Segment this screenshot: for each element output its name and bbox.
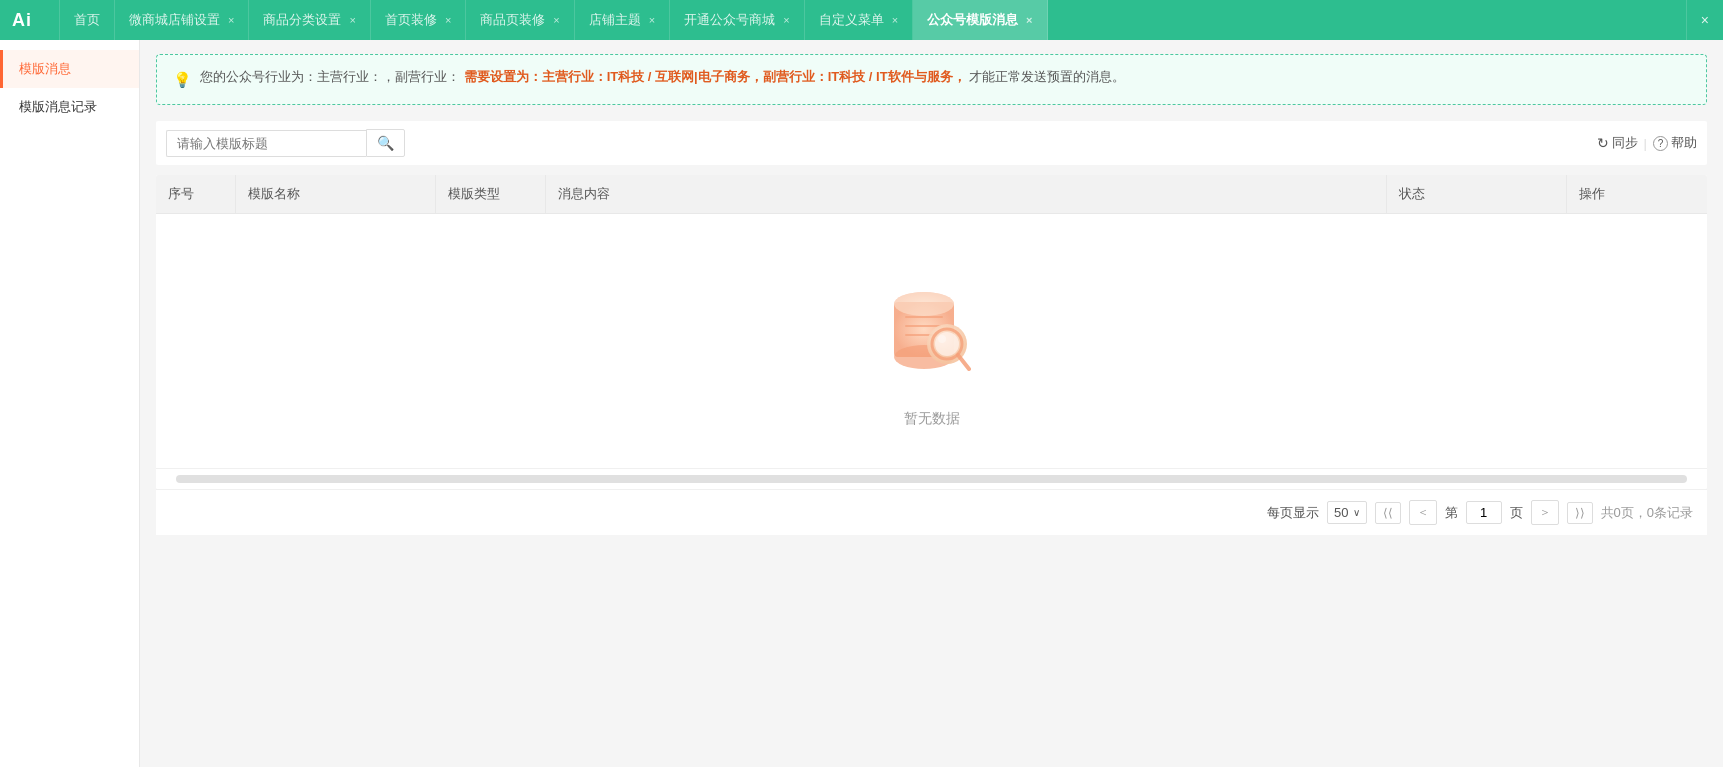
nav-tab-8[interactable]: 公众号模版消息 × <box>913 0 1047 40</box>
pagination: 每页显示 50 ∨ ⟨⟨ ＜ 第 页 ＞ ⟩⟩ 共0页，0条记录 <box>156 489 1707 535</box>
top-nav: Ai 首页微商城店铺设置×商品分类设置×首页装修×商品页装修×店铺主题×开通公众… <box>0 0 1723 40</box>
sidebar-item-0[interactable]: 模版消息 <box>0 50 139 88</box>
chevron-down-icon: ∨ <box>1353 507 1360 518</box>
nav-tab-close-4[interactable]: × <box>553 14 559 26</box>
empty-state: 暂无数据 <box>156 214 1707 468</box>
nav-tab-close-8[interactable]: × <box>1026 14 1032 26</box>
first-page-button[interactable]: ⟨⟨ <box>1375 502 1401 524</box>
nav-tab-label-1: 微商城店铺设置 <box>129 11 220 29</box>
empty-text: 暂无数据 <box>904 410 960 428</box>
next-page-icon: ＞ <box>1539 505 1551 519</box>
nav-tab-6[interactable]: 开通公众号商城 × <box>670 0 804 40</box>
search-group: 🔍 <box>166 129 405 157</box>
nav-tab-label-7: 自定义菜单 <box>819 11 884 29</box>
page-size-label: 每页显示 <box>1267 504 1319 522</box>
help-icon: ? <box>1653 136 1668 151</box>
table-col-header-1: 模版名称 <box>236 175 436 213</box>
page-size-select[interactable]: 50 ∨ <box>1327 501 1366 524</box>
global-close-button[interactable]: × <box>1686 0 1723 40</box>
svg-line-10 <box>958 355 969 369</box>
next-page-button[interactable]: ＞ <box>1531 500 1559 525</box>
nav-tab-label-2: 商品分类设置 <box>263 11 341 29</box>
svg-point-3 <box>894 292 954 316</box>
last-page-icon: ⟩⟩ <box>1575 506 1585 520</box>
nav-tab-close-7[interactable]: × <box>892 14 898 26</box>
total-records: 共0页，0条记录 <box>1601 504 1693 522</box>
horizontal-scrollbar[interactable] <box>176 475 1687 483</box>
nav-tab-close-2[interactable]: × <box>349 14 355 26</box>
nav-tab-close-6[interactable]: × <box>783 14 789 26</box>
search-icon: 🔍 <box>377 135 394 151</box>
table-col-header-5: 操作 <box>1567 175 1707 213</box>
nav-tab-2[interactable]: 商品分类设置 × <box>249 0 370 40</box>
nav-tab-3[interactable]: 首页装修 × <box>371 0 466 40</box>
nav-tab-0[interactable]: 首页 <box>60 0 115 40</box>
table-header: 序号模版名称模版类型消息内容状态操作 <box>156 175 1707 214</box>
last-page-button[interactable]: ⟩⟩ <box>1567 502 1593 524</box>
svg-point-11 <box>938 335 946 343</box>
toolbar-right: ↻ 同步 | ? 帮助 <box>1597 134 1697 152</box>
nav-tab-close-3[interactable]: × <box>445 14 451 26</box>
prev-page-icon: ＜ <box>1417 505 1429 519</box>
nav-tab-close-1[interactable]: × <box>228 14 234 26</box>
sync-icon: ↻ <box>1597 135 1609 151</box>
notice-icon: 💡 <box>173 68 192 92</box>
nav-tab-5[interactable]: 店铺主题 × <box>575 0 670 40</box>
first-page-icon: ⟨⟨ <box>1383 506 1393 520</box>
table-col-header-2: 模版类型 <box>436 175 546 213</box>
search-input[interactable] <box>166 130 366 157</box>
nav-tab-4[interactable]: 商品页装修 × <box>466 0 574 40</box>
content-area: 💡 您的公众号行业为：主营行业：，副营行业： 需要设置为：主营行业：IT科技 /… <box>140 40 1723 767</box>
table-col-header-3: 消息内容 <box>546 175 1387 213</box>
scrollbar-area <box>156 468 1707 489</box>
sidebar: 模版消息模版消息记录 <box>0 40 140 767</box>
nav-tab-close-5[interactable]: × <box>649 14 655 26</box>
notice-box: 💡 您的公众号行业为：主营行业：，副营行业： 需要设置为：主营行业：IT科技 /… <box>156 54 1707 105</box>
nav-tab-label-5: 店铺主题 <box>589 11 641 29</box>
table-col-header-4: 状态 <box>1387 175 1567 213</box>
empty-illustration <box>872 274 992 394</box>
nav-tab-label-3: 首页装修 <box>385 11 437 29</box>
page-label-after: 页 <box>1510 504 1523 522</box>
page-number-input[interactable] <box>1466 501 1502 524</box>
divider: | <box>1644 136 1647 151</box>
sidebar-item-1[interactable]: 模版消息记录 <box>0 88 139 126</box>
search-button[interactable]: 🔍 <box>366 129 405 157</box>
nav-tab-7[interactable]: 自定义菜单 × <box>805 0 913 40</box>
nav-tab-label-4: 商品页装修 <box>480 11 545 29</box>
page-label-before: 第 <box>1445 504 1458 522</box>
nav-tab-1[interactable]: 微商城店铺设置 × <box>115 0 249 40</box>
nav-tab-label-0: 首页 <box>74 11 100 29</box>
prev-page-button[interactable]: ＜ <box>1409 500 1437 525</box>
app-logo: Ai <box>0 0 60 40</box>
main-layout: 模版消息模版消息记录 💡 您的公众号行业为：主营行业：，副营行业： 需要设置为：… <box>0 40 1723 767</box>
nav-tab-label-8: 公众号模版消息 <box>927 11 1018 29</box>
toolbar: 🔍 ↻ 同步 | ? 帮助 <box>156 121 1707 165</box>
sync-button[interactable]: ↻ 同步 <box>1597 134 1638 152</box>
notice-text: 您的公众号行业为：主营行业：，副营行业： 需要设置为：主营行业：IT科技 / 互… <box>200 67 1125 88</box>
table-col-header-0: 序号 <box>156 175 236 213</box>
data-table: 序号模版名称模版类型消息内容状态操作 <box>156 175 1707 489</box>
nav-tab-label-6: 开通公众号商城 <box>684 11 775 29</box>
svg-point-9 <box>935 332 959 356</box>
help-button[interactable]: ? 帮助 <box>1653 134 1697 152</box>
